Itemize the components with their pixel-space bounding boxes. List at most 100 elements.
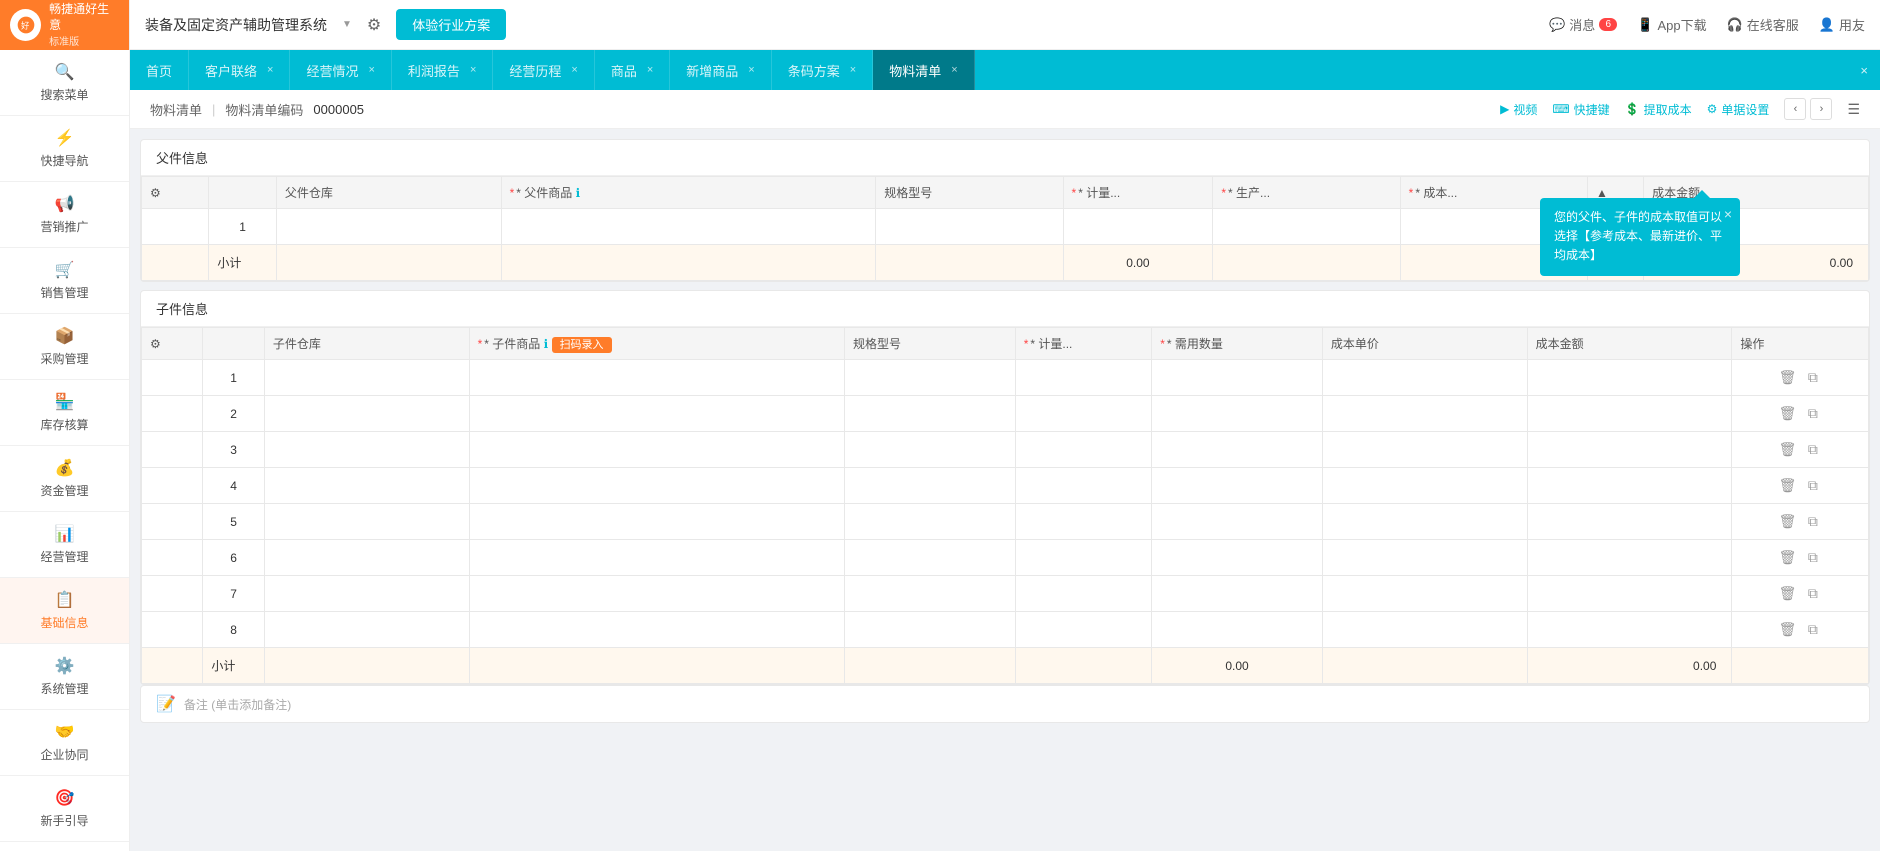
- child-row5-unit[interactable]: [1015, 504, 1152, 540]
- child-row7-unit[interactable]: [1015, 576, 1152, 612]
- parent-col-settings[interactable]: ⚙: [142, 177, 209, 209]
- child-row8-spec[interactable]: [845, 612, 1016, 648]
- product-info-icon[interactable]: ℹ: [576, 186, 581, 200]
- parent-row1-unit[interactable]: [1063, 209, 1213, 245]
- child-row7-unit-price[interactable]: [1322, 576, 1527, 612]
- child-row3-warehouse[interactable]: [264, 432, 469, 468]
- trial-button[interactable]: 体验行业方案: [396, 9, 506, 40]
- copy-button[interactable]: ⧉: [1802, 367, 1824, 389]
- child-row2-spec[interactable]: [845, 396, 1016, 432]
- child-row2-product[interactable]: [469, 396, 844, 432]
- child-row4-unit[interactable]: [1015, 468, 1152, 504]
- sidebar-item-search[interactable]: 🔍 搜索菜单: [0, 50, 129, 116]
- single-settings-button[interactable]: ⚙ 单据设置: [1707, 101, 1770, 118]
- app-download-button[interactable]: 📱 App下载: [1637, 15, 1706, 34]
- copy-button[interactable]: ⧉: [1802, 475, 1824, 497]
- sidebar-item-guide[interactable]: 🎯 新手引导: [0, 776, 129, 842]
- delete-button[interactable]: 🗑: [1777, 583, 1799, 605]
- child-product-info-icon[interactable]: ℹ: [544, 337, 549, 351]
- copy-button[interactable]: ⧉: [1802, 403, 1824, 425]
- child-row1-product[interactable]: [469, 360, 844, 396]
- extract-cost-button[interactable]: 💲 提取成本: [1625, 101, 1692, 118]
- child-row5-spec[interactable]: [845, 504, 1016, 540]
- child-row6-unit-price[interactable]: [1322, 540, 1527, 576]
- child-row7-spec[interactable]: [845, 576, 1016, 612]
- delete-button[interactable]: 🗑: [1777, 367, 1799, 389]
- child-row1-spec[interactable]: [845, 360, 1016, 396]
- child-row4-warehouse[interactable]: [264, 468, 469, 504]
- child-row8-product[interactable]: [469, 612, 844, 648]
- online-service-button[interactable]: 🎧 在线客服: [1727, 15, 1799, 34]
- copy-button[interactable]: ⧉: [1802, 619, 1824, 641]
- child-row6-spec[interactable]: [845, 540, 1016, 576]
- tab-profit-report[interactable]: 利润报告 ×: [392, 50, 493, 90]
- tab-customer-close[interactable]: ×: [267, 64, 273, 76]
- child-row1-unit[interactable]: [1015, 360, 1152, 396]
- sidebar-item-finance[interactable]: 💰 资金管理: [0, 446, 129, 512]
- child-row2-warehouse[interactable]: [264, 396, 469, 432]
- delete-button[interactable]: 🗑: [1777, 547, 1799, 569]
- tab-operation-history-close[interactable]: ×: [571, 64, 577, 76]
- sidebar-item-quick-nav[interactable]: ⚡ 快捷导航: [0, 116, 129, 182]
- parent-row1-warehouse[interactable]: [276, 209, 501, 245]
- child-row7-product[interactable]: [469, 576, 844, 612]
- tab-bom-close[interactable]: ×: [951, 64, 957, 76]
- child-row8-unit[interactable]: [1015, 612, 1152, 648]
- child-row3-spec[interactable]: [845, 432, 1016, 468]
- parent-row1-production[interactable]: [1213, 209, 1400, 245]
- tab-profit-report-close[interactable]: ×: [470, 64, 476, 76]
- sidebar-item-sales[interactable]: 🛒 销售管理: [0, 248, 129, 314]
- parent-row1-spec[interactable]: [876, 209, 1063, 245]
- child-row8-warehouse[interactable]: [264, 612, 469, 648]
- child-row7-warehouse[interactable]: [264, 576, 469, 612]
- child-row6-warehouse[interactable]: [264, 540, 469, 576]
- tab-operation-status[interactable]: 经营情况 ×: [290, 50, 391, 90]
- copy-button[interactable]: ⧉: [1802, 439, 1824, 461]
- bottom-hint[interactable]: 备注 (单击添加备注): [184, 696, 291, 713]
- child-row3-product[interactable]: [469, 432, 844, 468]
- child-row4-spec[interactable]: [845, 468, 1016, 504]
- tab-goods[interactable]: 商品 ×: [595, 50, 670, 90]
- message-button[interactable]: 💬 消息 6: [1549, 15, 1617, 34]
- sidebar-item-enterprise[interactable]: 🤝 企业协同: [0, 710, 129, 776]
- delete-button[interactable]: 🗑: [1777, 475, 1799, 497]
- child-row1-unit-price[interactable]: [1322, 360, 1527, 396]
- global-close-button[interactable]: ×: [1848, 50, 1880, 90]
- delete-button[interactable]: 🗑: [1777, 403, 1799, 425]
- grid-icon[interactable]: ☰: [1847, 101, 1860, 118]
- child-row8-qty[interactable]: [1152, 612, 1323, 648]
- copy-button[interactable]: ⧉: [1802, 547, 1824, 569]
- delete-button[interactable]: 🗑: [1777, 439, 1799, 461]
- sidebar-item-operation[interactable]: 📊 经营管理: [0, 512, 129, 578]
- prev-arrow[interactable]: ‹: [1784, 98, 1806, 120]
- child-col-settings[interactable]: ⚙: [142, 328, 203, 360]
- child-row3-unit[interactable]: [1015, 432, 1152, 468]
- tab-customer[interactable]: 客户联络 ×: [189, 50, 290, 90]
- tab-barcode-close[interactable]: ×: [850, 64, 856, 76]
- child-row2-unit-price[interactable]: [1322, 396, 1527, 432]
- child-row5-qty[interactable]: [1152, 504, 1323, 540]
- next-arrow[interactable]: ›: [1810, 98, 1832, 120]
- child-row4-qty[interactable]: [1152, 468, 1323, 504]
- sidebar-item-system[interactable]: ⚙️ 系统管理: [0, 644, 129, 710]
- copy-button[interactable]: ⧉: [1802, 583, 1824, 605]
- tab-home[interactable]: 首页: [130, 50, 189, 90]
- tooltip-close-button[interactable]: ×: [1724, 203, 1732, 225]
- child-row6-unit[interactable]: [1015, 540, 1152, 576]
- child-row4-unit-price[interactable]: [1322, 468, 1527, 504]
- child-row6-qty[interactable]: [1152, 540, 1323, 576]
- child-row1-warehouse[interactable]: [264, 360, 469, 396]
- child-row3-unit-price[interactable]: [1322, 432, 1527, 468]
- parent-row1-product[interactable]: [501, 209, 876, 245]
- child-row7-qty[interactable]: [1152, 576, 1323, 612]
- sidebar-item-purchase[interactable]: 📦 采购管理: [0, 314, 129, 380]
- tab-goods-close[interactable]: ×: [647, 64, 653, 76]
- child-row3-qty[interactable]: [1152, 432, 1323, 468]
- delete-button[interactable]: 🗑: [1777, 619, 1799, 641]
- copy-button[interactable]: ⧉: [1802, 511, 1824, 533]
- sidebar-item-marketing[interactable]: 📢 营销推广: [0, 182, 129, 248]
- child-row1-qty[interactable]: [1152, 360, 1323, 396]
- tab-bom[interactable]: 物料清单 ×: [873, 50, 974, 90]
- child-row2-qty[interactable]: [1152, 396, 1323, 432]
- scan-button[interactable]: 扫码录入: [552, 337, 612, 353]
